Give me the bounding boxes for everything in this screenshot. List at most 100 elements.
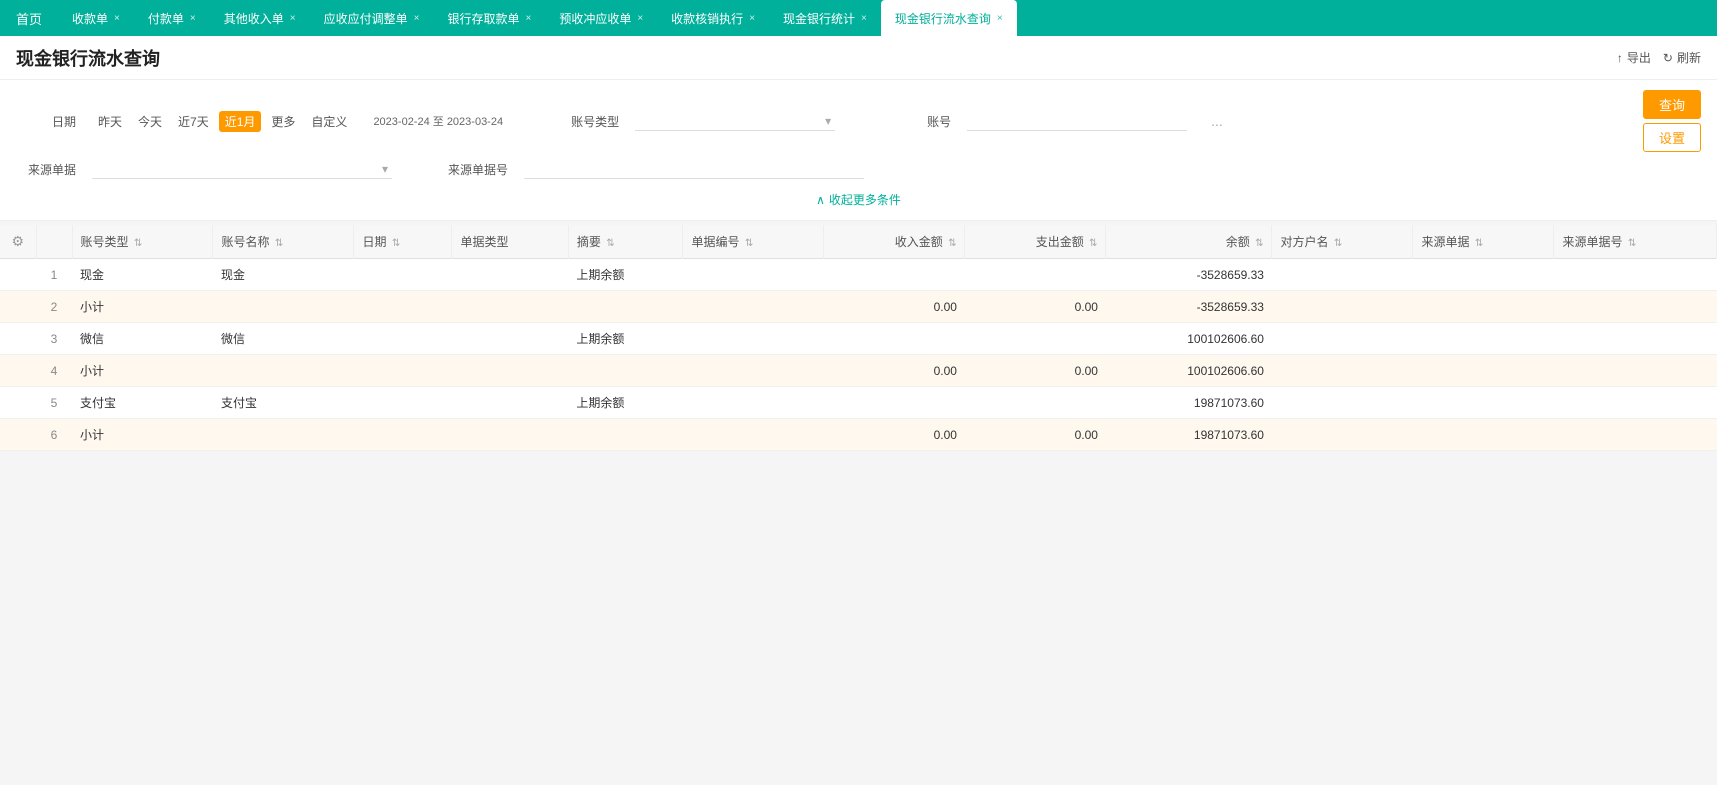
row-counterpart bbox=[1272, 323, 1413, 355]
row-expense: 0.00 bbox=[965, 291, 1106, 323]
col-counterpart-header[interactable]: 对方户名 ⇅ bbox=[1272, 225, 1413, 259]
row-source-doc bbox=[1413, 259, 1554, 291]
row-date bbox=[354, 291, 452, 323]
row-source-doc bbox=[1413, 323, 1554, 355]
col-summary-header[interactable]: 摘要 ⇅ bbox=[568, 225, 683, 259]
row-income bbox=[824, 387, 965, 419]
close-tab-icon[interactable]: × bbox=[414, 13, 420, 24]
chevron-down-icon-2: ▾ bbox=[382, 162, 388, 176]
date-options: 昨天 今天 近7天 近1月 更多 自定义 bbox=[92, 111, 353, 132]
sort-icon: ⇅ bbox=[275, 238, 283, 249]
row-account-type: 微信 bbox=[72, 323, 213, 355]
row-gear-cell bbox=[0, 419, 36, 451]
row-expense: 0.00 bbox=[965, 355, 1106, 387]
page-title: 现金银行流水查询 bbox=[16, 45, 160, 71]
date-1month[interactable]: 近1月 bbox=[219, 111, 262, 132]
row-summary bbox=[568, 291, 683, 323]
source-doc-label: 来源单据 bbox=[16, 161, 76, 178]
row-summary bbox=[568, 355, 683, 387]
row-account-name bbox=[213, 291, 354, 323]
close-tab-icon[interactable]: × bbox=[637, 13, 643, 24]
col-account-name-header[interactable]: 账号名称 ⇅ bbox=[213, 225, 354, 259]
nav-tab-yinhangcunqu[interactable]: 银行存取款单 × bbox=[433, 0, 545, 36]
row-source-doc-no bbox=[1554, 419, 1717, 451]
settings-button[interactable]: 设置 bbox=[1643, 123, 1701, 152]
date-yesterday[interactable]: 昨天 bbox=[92, 111, 128, 132]
close-tab-icon[interactable]: × bbox=[997, 13, 1003, 24]
nav-tab-shoukuandan[interactable]: 收款单 × bbox=[58, 0, 134, 36]
account-input[interactable] bbox=[971, 114, 1183, 128]
row-date bbox=[354, 323, 452, 355]
close-tab-icon[interactable]: × bbox=[290, 13, 296, 24]
col-source-doc-no-header[interactable]: 来源单据号 ⇅ bbox=[1554, 225, 1717, 259]
row-balance: -3528659.33 bbox=[1106, 259, 1272, 291]
col-income-header[interactable]: 收入金额 ⇅ bbox=[824, 225, 965, 259]
date-more[interactable]: 更多 bbox=[265, 111, 301, 132]
col-expense-header[interactable]: 支出金额 ⇅ bbox=[965, 225, 1106, 259]
row-expense bbox=[965, 259, 1106, 291]
row-account-name: 微信 bbox=[213, 323, 354, 355]
col-balance-header[interactable]: 余额 ⇅ bbox=[1106, 225, 1272, 259]
refresh-button[interactable]: ↻ 刷新 bbox=[1663, 49, 1701, 66]
page-header: 现金银行流水查询 ↑ 导出 ↻ 刷新 bbox=[0, 36, 1717, 80]
nav-tab-qitashouru[interactable]: 其他收入单 × bbox=[210, 0, 310, 36]
sort-icon: ⇅ bbox=[392, 238, 400, 249]
col-num-header bbox=[36, 225, 72, 259]
nav-home[interactable]: 首页 bbox=[0, 0, 58, 36]
row-income: 0.00 bbox=[824, 291, 965, 323]
col-date-header[interactable]: 日期 ⇅ bbox=[354, 225, 452, 259]
date-7days[interactable]: 近7天 bbox=[172, 111, 215, 132]
nav-tab-shoukuanhexiao[interactable]: 收款核销执行 × bbox=[657, 0, 769, 36]
filter-row-1: 日期 昨天 今天 近7天 近1月 更多 自定义 2023-02-24 至 202… bbox=[16, 90, 1701, 152]
row-expense bbox=[965, 323, 1106, 355]
row-gear-cell bbox=[0, 387, 36, 419]
row-number: 3 bbox=[36, 323, 72, 355]
chevron-up-icon: ∧ bbox=[816, 193, 825, 207]
export-button[interactable]: ↑ 导出 bbox=[1617, 49, 1651, 66]
row-doc-type bbox=[452, 291, 568, 323]
row-doc-type bbox=[452, 323, 568, 355]
row-balance: -3528659.33 bbox=[1106, 291, 1272, 323]
account-label: 账号 bbox=[891, 113, 951, 130]
sort-icon: ⇅ bbox=[606, 238, 614, 249]
row-date bbox=[354, 387, 452, 419]
sort-icon: ⇅ bbox=[1334, 238, 1342, 249]
row-income: 0.00 bbox=[824, 419, 965, 451]
row-account-type: 支付宝 bbox=[72, 387, 213, 419]
account-more-icon[interactable]: ... bbox=[1211, 113, 1223, 129]
table-row: 2 小计 0.00 0.00 -3528659.33 bbox=[0, 291, 1717, 323]
nav-tab-xianjinyinhang[interactable]: 现金银行统计 × bbox=[769, 0, 881, 36]
col-doc-no-header[interactable]: 单据编号 ⇅ bbox=[683, 225, 824, 259]
row-counterpart bbox=[1272, 355, 1413, 387]
action-buttons: 查询 设置 bbox=[1643, 90, 1701, 152]
row-doc-no bbox=[683, 387, 824, 419]
row-doc-no bbox=[683, 259, 824, 291]
nav-tab-liushui[interactable]: 现金银行流水查询 × bbox=[881, 0, 1017, 36]
query-button[interactable]: 查询 bbox=[1643, 90, 1701, 119]
close-tab-icon[interactable]: × bbox=[861, 13, 867, 24]
nav-tab-yingshouyingfu[interactable]: 应收应付调整单 × bbox=[310, 0, 434, 36]
nav-tab-yushou[interactable]: 预收冲应收单 × bbox=[545, 0, 657, 36]
account-type-select[interactable]: ▾ bbox=[635, 112, 835, 131]
collapse-more-conditions[interactable]: ∧ 收起更多条件 bbox=[16, 187, 1701, 210]
sort-icon: ⇅ bbox=[1089, 238, 1097, 249]
row-doc-type bbox=[452, 387, 568, 419]
source-doc-select[interactable]: ▾ bbox=[92, 160, 392, 179]
source-doc-no-input[interactable] bbox=[528, 162, 860, 176]
row-balance: 19871073.60 bbox=[1106, 419, 1272, 451]
nav-tab-fukuandan[interactable]: 付款单 × bbox=[134, 0, 210, 36]
close-tab-icon[interactable]: × bbox=[749, 13, 755, 24]
row-date bbox=[354, 355, 452, 387]
date-custom[interactable]: 自定义 bbox=[305, 111, 353, 132]
sort-icon: ⇅ bbox=[134, 238, 142, 249]
close-tab-icon[interactable]: × bbox=[114, 13, 120, 24]
col-account-type-header[interactable]: 账号类型 ⇅ bbox=[72, 225, 213, 259]
close-tab-icon[interactable]: × bbox=[190, 13, 196, 24]
close-tab-icon[interactable]: × bbox=[525, 13, 531, 24]
row-income bbox=[824, 259, 965, 291]
row-summary: 上期余额 bbox=[568, 259, 683, 291]
column-settings-icon[interactable]: ⚙ bbox=[11, 233, 24, 249]
col-source-doc-header[interactable]: 来源单据 ⇅ bbox=[1413, 225, 1554, 259]
row-doc-type bbox=[452, 259, 568, 291]
date-today[interactable]: 今天 bbox=[132, 111, 168, 132]
